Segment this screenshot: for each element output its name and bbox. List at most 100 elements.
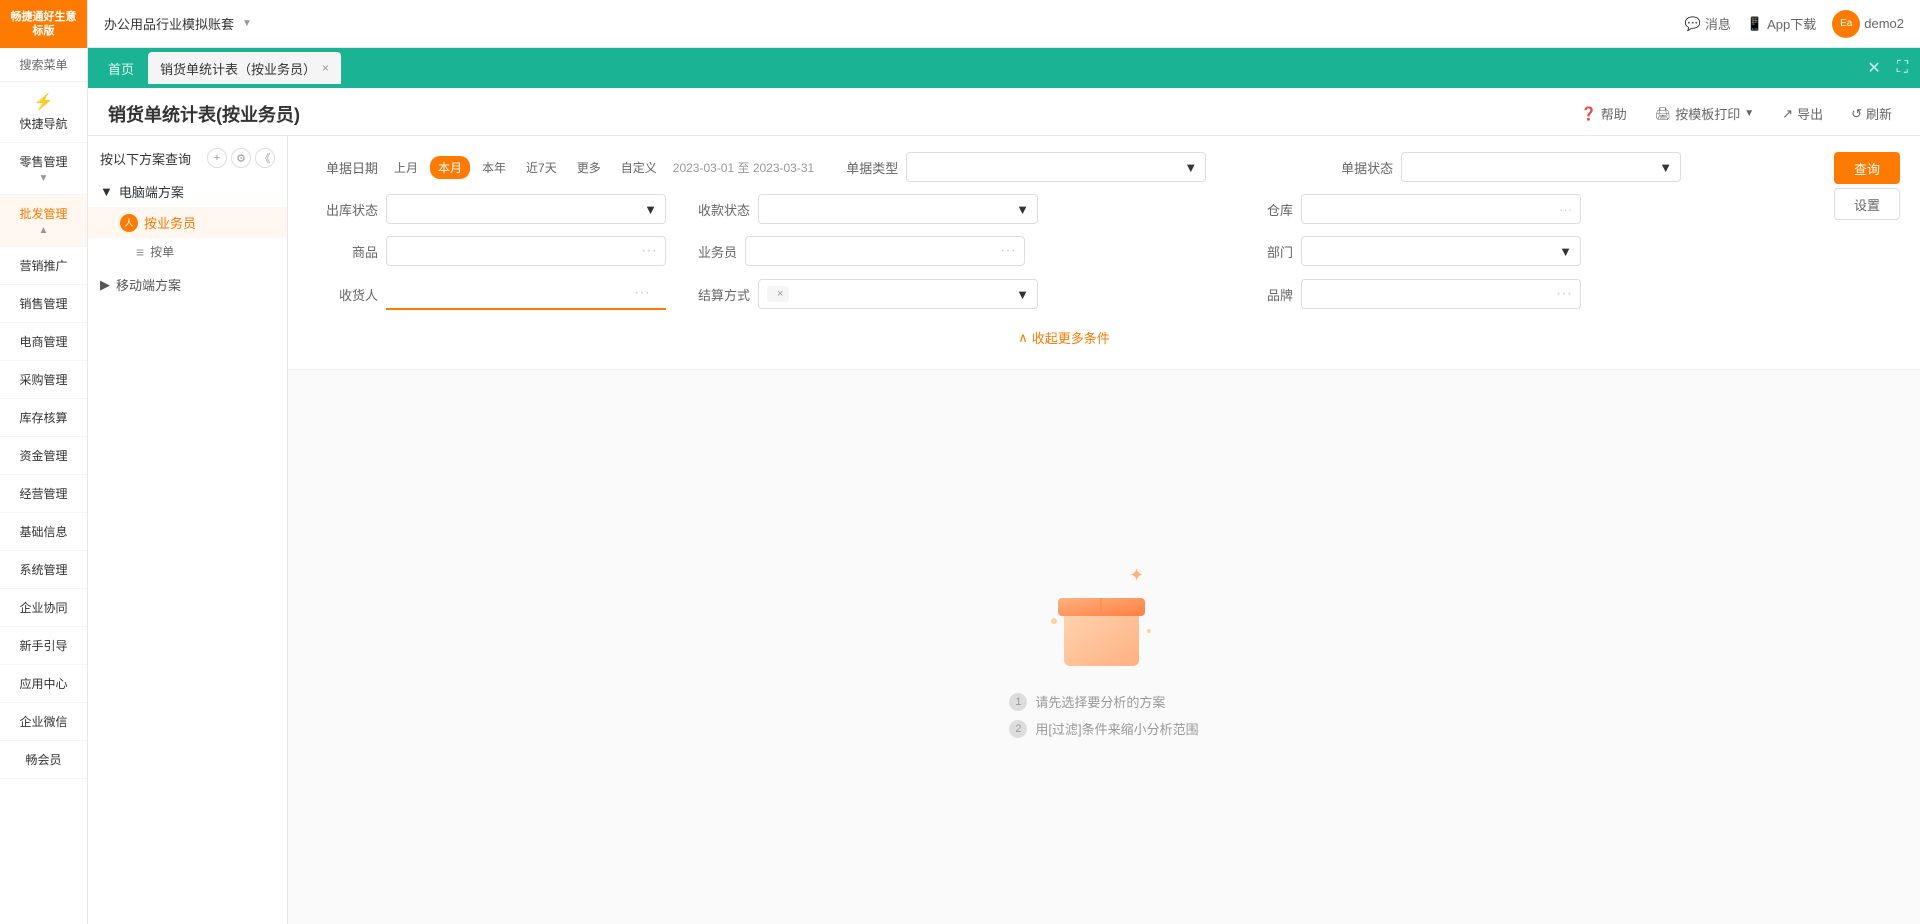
help-button[interactable]: ❓ 帮助 xyxy=(1573,100,1635,127)
hint1-num: 1 xyxy=(1009,693,1027,711)
brand-ellipsis: ··· xyxy=(1556,285,1572,303)
sidebar-item-ecommerce[interactable]: 电商管理 xyxy=(0,323,87,361)
template-print-button[interactable]: 🖨 按模板打印 ▼ xyxy=(1647,100,1762,127)
department-select[interactable]: ▼ xyxy=(1301,236,1581,266)
collapse-icon: 《 xyxy=(260,150,271,166)
sidebar-item-sales[interactable]: 销售管理 xyxy=(0,285,87,323)
brand-select[interactable]: ··· xyxy=(1301,279,1581,309)
add-scheme-button[interactable]: + xyxy=(207,148,227,168)
sidebar-item-vip[interactable]: 畅会员 xyxy=(0,741,87,779)
out-status-select[interactable]: ▼ xyxy=(386,194,666,224)
date-tab-last-month[interactable]: 上月 xyxy=(386,156,426,179)
payment-method-clear-tag: × xyxy=(767,286,789,302)
sidebar-item-wechat[interactable]: 企业微信 xyxy=(0,703,87,741)
refresh-icon: ↺ xyxy=(1851,106,1862,122)
order-sub-label: 按单 xyxy=(150,243,174,260)
tab-home[interactable]: 首页 xyxy=(96,52,146,84)
filter-area: 单据日期 上月 本月 本年 近7天 更多 自定义 2023-03-01 至 20… xyxy=(288,136,1920,370)
logo-line2: 标版 xyxy=(11,24,77,38)
svg-text:✦: ✦ xyxy=(1129,565,1144,585)
query-button[interactable]: 查询 xyxy=(1834,152,1900,184)
sidebar-item-finance[interactable]: 资金管理 xyxy=(0,437,87,475)
tab-home-label: 首页 xyxy=(108,59,134,78)
payment-method-clear-btn[interactable]: × xyxy=(777,288,783,300)
payment-method-arrow: ▼ xyxy=(1016,287,1029,302)
tree-sub-item-order[interactable]: ≡ 按单 xyxy=(88,238,287,265)
print-icon: 🖨 xyxy=(1655,106,1672,122)
hint2-text: 用[过滤]条件来缩小分析范围 xyxy=(1035,719,1198,738)
tab-active[interactable]: 销货单统计表（按业务员） × xyxy=(148,52,341,84)
tabbar-right-actions: ✕ ⛶ xyxy=(1863,54,1912,82)
payment-status-select[interactable]: ▼ xyxy=(758,194,1038,224)
sidebar-item-system[interactable]: 系统管理 xyxy=(0,551,87,589)
sidebar-search[interactable]: 搜索菜单 xyxy=(0,48,87,82)
warehouse-label: 仓库 xyxy=(1267,200,1293,219)
sidebar: 畅捷通好生意 标版 搜索菜单 ⚡ 快捷导航 零售管理 ▼ 批发管理 ▲ 营销推广… xyxy=(0,0,88,924)
tab-close-icon[interactable]: × xyxy=(322,61,329,75)
tree-item-salesman[interactable]: 人 按业务员 xyxy=(88,207,287,238)
settings-button[interactable]: 设置 xyxy=(1834,188,1900,220)
collapse-conditions-button[interactable]: ∧ 收起更多条件 xyxy=(308,322,1820,353)
user-menu[interactable]: Ea demo2 xyxy=(1832,10,1904,38)
content-area: 销货单统计表(按业务员) ❓ 帮助 🖨 按模板打印 ▼ ↗ 导出 xyxy=(88,88,1920,924)
date-tabs-group: 上月 本月 本年 近7天 更多 自定义 2023-03-01 至 2023-03… xyxy=(386,156,814,179)
page-title-row: 销货单统计表(按业务员) ❓ 帮助 🖨 按模板打印 ▼ ↗ 导出 xyxy=(108,100,1900,127)
sidebar-item-cooperation[interactable]: 企业协同 xyxy=(0,589,87,627)
empty-hint-2: 2 用[过滤]条件来缩小分析范围 xyxy=(1009,719,1198,738)
status-select-arrow: ▼ xyxy=(1659,160,1672,175)
empty-illustration: ✦ xyxy=(1044,556,1164,676)
message-button[interactable]: 💬 消息 xyxy=(1685,14,1731,33)
goods-select[interactable]: ··· xyxy=(386,236,666,266)
type-select-arrow: ▼ xyxy=(1184,160,1197,175)
goods-ellipsis: ··· xyxy=(641,242,657,260)
sidebar-item-quicknav[interactable]: ⚡ 快捷导航 xyxy=(0,82,87,143)
empty-text: 1 请先选择要分析的方案 2 用[过滤]条件来缩小分析范围 xyxy=(1009,692,1198,738)
sidebar-item-appcenter[interactable]: 应用中心 xyxy=(0,665,87,703)
sidebar-item-marketing[interactable]: 营销推广 xyxy=(0,247,87,285)
tab-maximize-icon[interactable]: ⛶ xyxy=(1893,55,1912,81)
collapse-panel-button[interactable]: 《 xyxy=(255,148,275,168)
export-button[interactable]: ↗ 导出 xyxy=(1774,100,1831,127)
sidebar-item-retail[interactable]: 零售管理 ▼ xyxy=(0,143,87,195)
add-icon: + xyxy=(214,152,220,164)
date-tab-7days[interactable]: 近7天 xyxy=(518,156,565,179)
marketing-label: 营销推广 xyxy=(19,257,67,274)
app-download-icon: 📱 xyxy=(1747,16,1763,32)
department-cell: 部门 ▼ xyxy=(1267,236,1820,266)
tab-close-all-icon[interactable]: ✕ xyxy=(1863,54,1884,82)
date-tab-this-month[interactable]: 本月 xyxy=(430,156,470,179)
logo-line1: 畅捷通好生意 xyxy=(11,10,77,24)
mobile-group-header[interactable]: ▶ 移动端方案 xyxy=(88,269,287,300)
warehouse-ellipsis: ··· xyxy=(1559,202,1572,217)
date-tab-custom[interactable]: 自定义 xyxy=(613,156,665,179)
desktop-group-header[interactable]: ▼ 电脑端方案 xyxy=(88,176,287,207)
date-tab-more[interactable]: 更多 xyxy=(569,156,609,179)
warehouse-select[interactable]: ··· xyxy=(1301,194,1581,224)
mobile-group: ▶ 移动端方案 xyxy=(88,269,287,300)
payment-method-select[interactable]: × ▼ xyxy=(758,279,1038,309)
purchase-label: 采购管理 xyxy=(19,371,67,388)
sidebar-item-basic[interactable]: 基础信息 xyxy=(0,513,87,551)
salesman-select[interactable]: ··· xyxy=(745,236,1025,266)
settings-scheme-button[interactable]: ⚙ xyxy=(231,148,251,168)
export-icon: ↗ xyxy=(1782,106,1793,122)
sidebar-item-operations[interactable]: 经营管理 xyxy=(0,475,87,513)
type-select[interactable]: ▼ xyxy=(906,152,1206,182)
refresh-button[interactable]: ↺ 刷新 xyxy=(1843,100,1900,127)
sidebar-item-purchase[interactable]: 采购管理 xyxy=(0,361,87,399)
type-filter-cell: 单据类型 ▼ xyxy=(846,152,1325,182)
filter-row-2: 出库状态 ▼ 收款状态 ▼ xyxy=(308,194,1820,224)
app-download-button[interactable]: 📱 App下载 xyxy=(1747,14,1816,33)
breadcrumb-arrow-icon[interactable]: ▼ xyxy=(242,18,252,29)
consignee-input[interactable] xyxy=(390,278,630,308)
date-tab-this-year[interactable]: 本年 xyxy=(474,156,514,179)
help-label: 帮助 xyxy=(1601,104,1627,123)
status-select[interactable]: ▼ xyxy=(1401,152,1681,182)
sidebar-item-newbie[interactable]: 新手引导 xyxy=(0,627,87,665)
collapse-label: 收起更多条件 xyxy=(1032,328,1110,347)
out-status-label: 出库状态 xyxy=(308,200,378,219)
template-print-arrow: ▼ xyxy=(1744,108,1754,119)
desktop-group: ▼ 电脑端方案 人 按业务员 ≡ 按单 xyxy=(88,176,287,265)
sidebar-item-wholesale[interactable]: 批发管理 ▲ xyxy=(0,195,87,247)
sidebar-item-inventory[interactable]: 库存核算 xyxy=(0,399,87,437)
